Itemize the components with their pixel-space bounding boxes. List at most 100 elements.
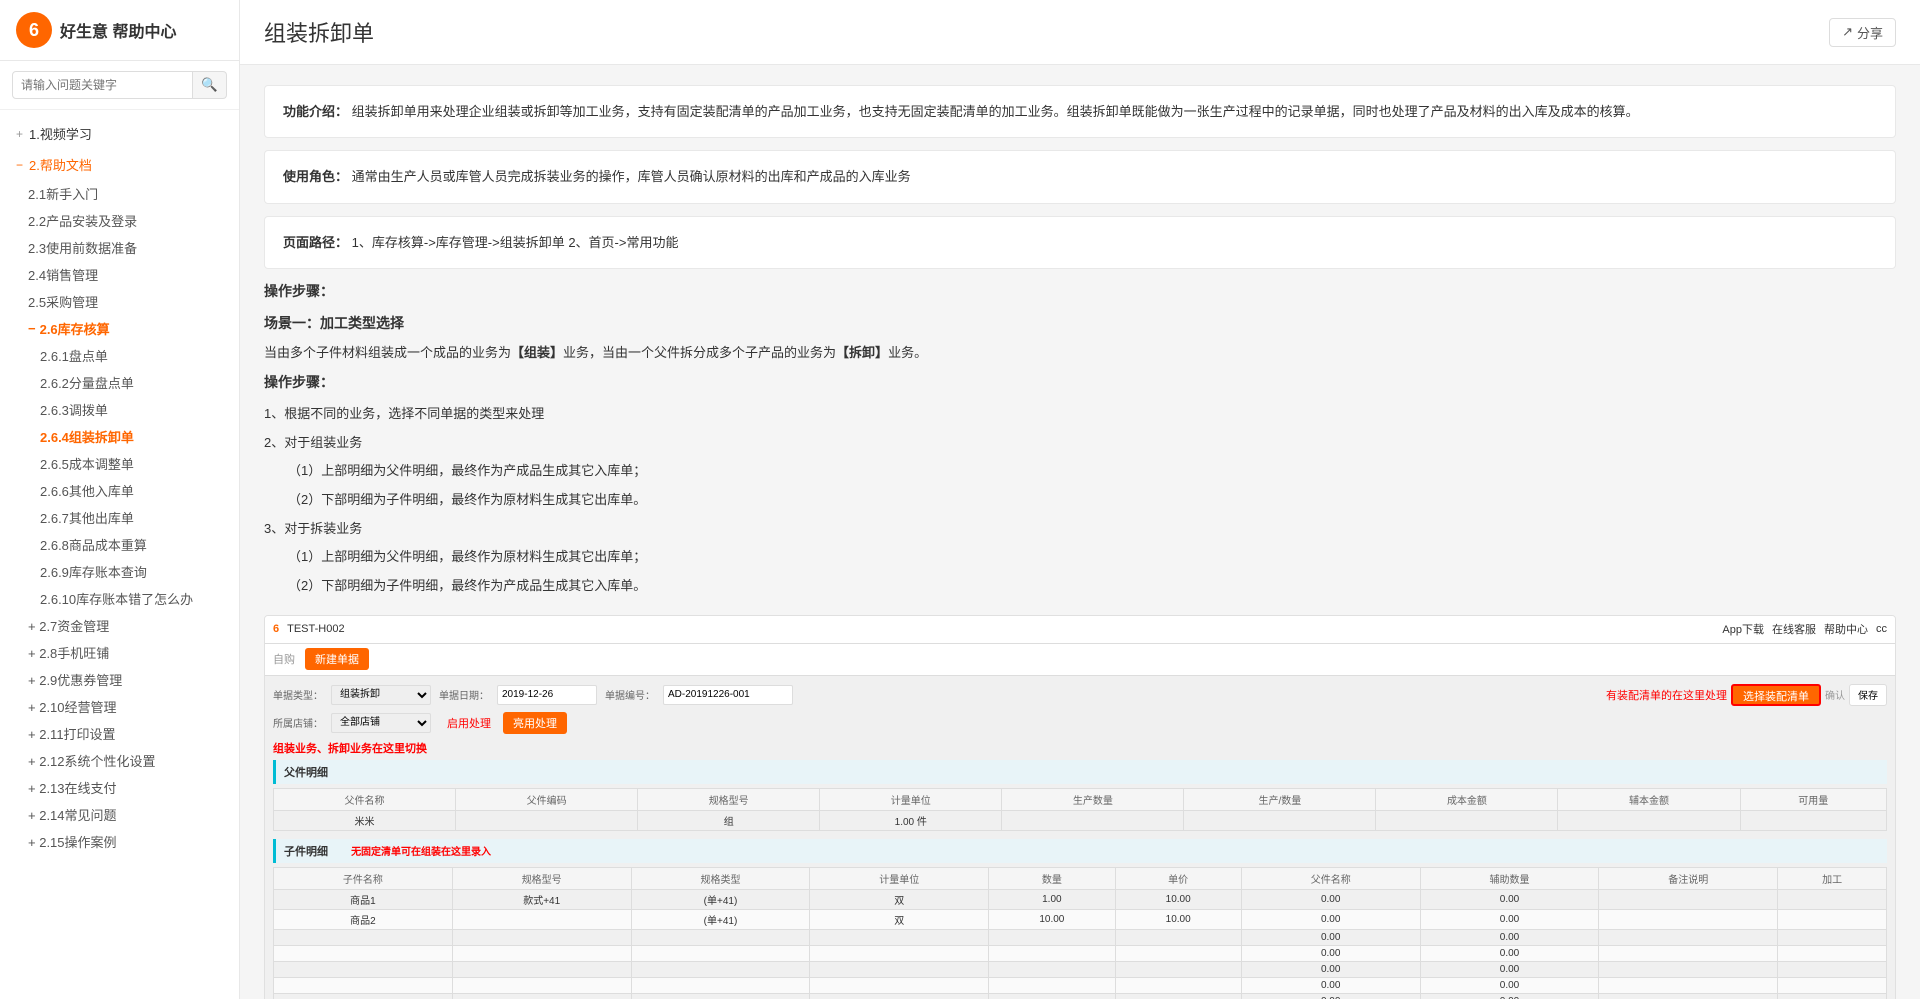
type-select[interactable]: 组装拆卸 拆卸单 bbox=[331, 685, 431, 705]
annotation-no-bom: 无固定清单可在组装在这里录入 bbox=[351, 847, 491, 858]
sidebar-item-stock-261[interactable]: 2.6.1盘点单 bbox=[0, 342, 239, 369]
lcol-name: 子件名称 bbox=[274, 867, 453, 889]
lcell-spec: 款式+41 bbox=[452, 889, 631, 909]
sidebar-item-stock-267[interactable]: 2.6.7其他出库单 bbox=[0, 504, 239, 531]
lcol-parent-name: 父件名称 bbox=[1241, 867, 1420, 889]
shop-select[interactable]: 全部店铺 bbox=[331, 713, 431, 733]
sim-lower-table: 子件名称 规格型号 规格类型 计量单位 数量 单价 父件名称 辅助数量 备注说明… bbox=[273, 867, 1887, 999]
lcell-aux: 0.00 bbox=[1420, 909, 1599, 929]
sidebar-item-stock-262[interactable]: 2.6.2分量盘点单 bbox=[0, 369, 239, 396]
substeps-disassembly: （1）上部明细为父件明细，最终作为原材料生成其它出库单； （2）下部明细为子件明… bbox=[264, 545, 1896, 598]
sim-upper-table-header: 父件明细 bbox=[273, 760, 1887, 784]
col-spec: 规格型号 bbox=[638, 788, 820, 810]
scenario1-desc: 当由多个子件材料组装成一个成品的业务为【组装】业务，当由一个父件拆分成多个子产品… bbox=[264, 341, 1896, 366]
annotation-switch: 组装业务、拆卸业务在这里切换 bbox=[273, 740, 1887, 756]
func-intro-text: 组装拆卸单用来处理企业组装或拆卸等加工业务，支持有固定装配清单的产品加工业务，也… bbox=[352, 104, 1639, 119]
table-row: 0.000.00 bbox=[274, 993, 1887, 999]
sidebar-item-sales[interactable]: 2.4销售管理 bbox=[0, 261, 239, 288]
sidebar-item-coupon[interactable]: + 2.9优惠券管理 bbox=[0, 666, 239, 693]
batch-label: 所属店铺： bbox=[273, 715, 323, 730]
sidebar-item-stock[interactable]: − 2.6库存核算 bbox=[0, 315, 239, 342]
sidebar-item-install[interactable]: 2.2产品安装及登录 bbox=[0, 207, 239, 234]
sidebar-item-label: 2.帮助文档 bbox=[29, 155, 92, 174]
substeps-assembly: （1）上部明细为父件明细，最终作为产成品生成其它入库单； （2）下部明细为子件明… bbox=[264, 459, 1896, 512]
lcell-name: 商品1 bbox=[274, 889, 453, 909]
sidebar-item-stock-265[interactable]: 2.6.5成本调整单 bbox=[0, 450, 239, 477]
sidebar: 6 好生意 帮助中心 🔍 + 1.视频学习 − 2.帮助文档 2.1新手入门 2… bbox=[0, 0, 240, 999]
search-input[interactable] bbox=[12, 71, 193, 99]
sim-new-order-btn[interactable]: 新建单据 bbox=[305, 648, 369, 670]
sim-lower-table-header: 子件明细 无固定清单可在组装在这里录入 bbox=[273, 839, 1887, 863]
lcol-spec-type: 规格类型 bbox=[631, 867, 810, 889]
sidebar-item-stock-263[interactable]: 2.6.3调拨单 bbox=[0, 396, 239, 423]
sim-enable-btn[interactable]: 亮用处理 bbox=[503, 712, 567, 734]
expand-icon: + bbox=[16, 127, 23, 141]
sidebar-item-stock-264[interactable]: 2.6.4组装拆卸单 bbox=[0, 423, 239, 450]
lcol-unit: 计量单位 bbox=[810, 867, 989, 889]
sim-app-dl: App下载 bbox=[1722, 621, 1764, 637]
main-content-area: 组装拆卸单 ↗ 分享 功能介绍： 组装拆卸单用来处理企业组装或拆卸等加工业务，支… bbox=[240, 0, 1920, 999]
sidebar-item-stock-268[interactable]: 2.6.8商品成本重算 bbox=[0, 531, 239, 558]
table-row: 0.000.00 bbox=[274, 945, 1887, 961]
screenshot-container: 6 TEST-H002 App下载 在线客服 帮助中心 cc 自购 新建单据 bbox=[264, 615, 1896, 999]
cell-aux-amt bbox=[1558, 810, 1740, 830]
order-input[interactable] bbox=[663, 685, 793, 705]
order-label: 单据编号： bbox=[605, 687, 655, 702]
step-2: 2、对于组装业务 bbox=[264, 431, 1896, 456]
sim-topbar: 6 TEST-H002 App下载 在线客服 帮助中心 cc bbox=[265, 616, 1895, 644]
sim-save-btn[interactable]: 保存 bbox=[1849, 684, 1887, 706]
sidebar-item-video[interactable]: + 1.视频学习 bbox=[0, 118, 239, 149]
col-unit: 计量单位 bbox=[820, 788, 1002, 810]
cell-available bbox=[1740, 810, 1886, 830]
table-row: 商品1 款式+41 (单+41) 双 1.00 10.00 0.00 0.00 bbox=[274, 889, 1887, 909]
lcell-price: 10.00 bbox=[1115, 889, 1241, 909]
sidebar-item-newbie[interactable]: 2.1新手入门 bbox=[0, 180, 239, 207]
sidebar-item-docs[interactable]: − 2.帮助文档 bbox=[0, 149, 239, 180]
lcell-aux: 0.00 bbox=[1420, 929, 1599, 945]
sidebar-item-mobile[interactable]: + 2.8手机旺铺 bbox=[0, 639, 239, 666]
col-available: 可用量 bbox=[1740, 788, 1886, 810]
sidebar-item-stock-2610[interactable]: 2.6.10库存账本错了怎么办 bbox=[0, 585, 239, 612]
lcell-parent: 0.00 bbox=[1241, 909, 1420, 929]
lcell-spec bbox=[452, 909, 631, 929]
sim-form-row-2: 所属店铺： 全部店铺 启用处理 亮用处理 bbox=[273, 712, 1887, 734]
sidebar-item-stock-269[interactable]: 2.6.9库存账本查询 bbox=[0, 558, 239, 585]
sidebar-item-faq[interactable]: + 2.14常见问题 bbox=[0, 801, 239, 828]
lcol-process: 加工 bbox=[1778, 867, 1887, 889]
lcell-unit: 双 bbox=[810, 889, 989, 909]
lcell-qty: 1.00 bbox=[989, 889, 1115, 909]
sim-help-center: 帮助中心 bbox=[1824, 621, 1868, 637]
sim-user: cc bbox=[1876, 623, 1887, 635]
sidebar-item-payment[interactable]: + 2.13在线支付 bbox=[0, 774, 239, 801]
sidebar-item-print[interactable]: + 2.11打印设置 bbox=[0, 720, 239, 747]
ops-steps-title: 操作步骤： bbox=[264, 372, 1896, 392]
sidebar-item-finance[interactable]: + 2.7资金管理 bbox=[0, 612, 239, 639]
steps-list: 1、根据不同的业务，选择不同单据的类型来处理 2、对于组装业务 （1）上部明细为… bbox=[264, 402, 1896, 599]
share-button[interactable]: ↗ 分享 bbox=[1829, 18, 1896, 47]
logo-icon: 6 bbox=[16, 12, 52, 48]
search-button[interactable]: 🔍 bbox=[193, 71, 227, 99]
table-row: 0.000.00 bbox=[274, 977, 1887, 993]
role-box: 使用角色： 通常由生产人员或库管人员完成拆装业务的操作，库管人员确认原材料的出库… bbox=[264, 150, 1896, 203]
sim-breadcrumb: 自购 bbox=[273, 651, 295, 667]
sidebar-item-cases[interactable]: + 2.15操作案例 bbox=[0, 828, 239, 855]
lcol-spec: 规格型号 bbox=[452, 867, 631, 889]
date-input[interactable] bbox=[497, 685, 597, 705]
sidebar-item-data-prep[interactable]: 2.3使用前数据准备 bbox=[0, 234, 239, 261]
step-1: 1、根据不同的业务，选择不同单据的类型来处理 bbox=[264, 402, 1896, 427]
lcol-price: 单价 bbox=[1115, 867, 1241, 889]
table-row: 0.000.00 bbox=[274, 961, 1887, 977]
sidebar-item-stock-266[interactable]: 2.6.6其他入库单 bbox=[0, 477, 239, 504]
lcell-spec-type: (单+41) bbox=[631, 909, 810, 929]
sidebar-item-manage[interactable]: + 2.10经营管理 bbox=[0, 693, 239, 720]
sidebar-item-custom[interactable]: + 2.12系统个性化设置 bbox=[0, 747, 239, 774]
annotation-enable: 启用处理 bbox=[447, 715, 491, 731]
substep-dis-1: （1）上部明细为父件明细，最终作为原材料生成其它出库单； bbox=[288, 545, 1896, 570]
sim-online-service: 在线客服 bbox=[1772, 621, 1816, 637]
annotation-has-bom: 有装配清单的在这里处理 选择装配清单 确认 保存 bbox=[1606, 684, 1887, 706]
sidebar-item-label: 1.视频学习 bbox=[29, 124, 92, 143]
sim-body: 单据类型： 组装拆卸 拆卸单 单据日期： 单据编号： 有装配清单的在这里处理 bbox=[265, 676, 1895, 999]
sidebar-item-purchase[interactable]: 2.5采购管理 bbox=[0, 288, 239, 315]
lcell-qty: 10.00 bbox=[989, 909, 1115, 929]
sim-select-bom-btn[interactable]: 选择装配清单 bbox=[1731, 684, 1821, 706]
